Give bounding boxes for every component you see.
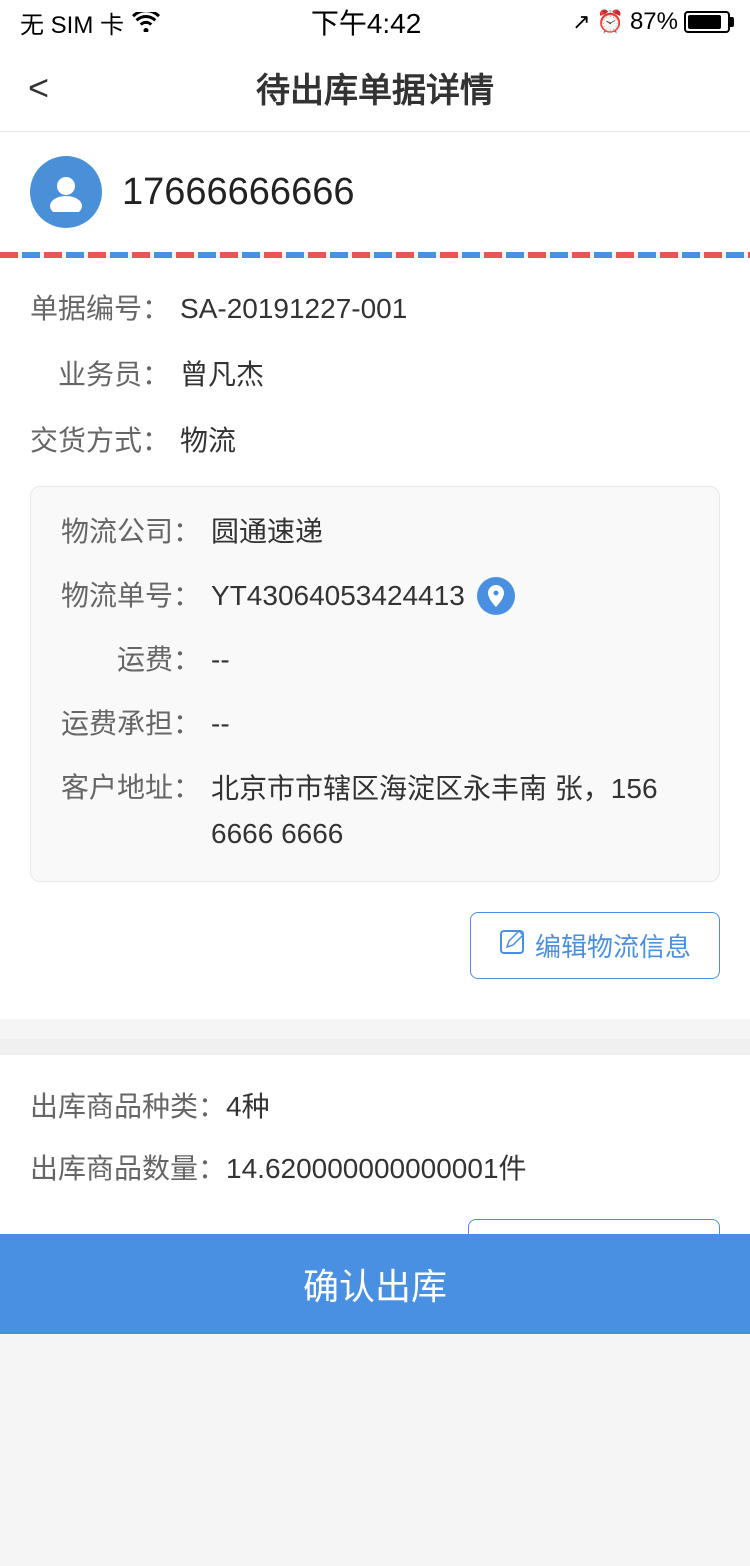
delivery-label: 交货方式：	[30, 420, 170, 462]
customer-phone: 17666666666	[122, 171, 354, 214]
freight-bear-label: 运费承担：	[61, 703, 201, 745]
bottom-spacer	[0, 1346, 750, 1566]
alarm-icon: ⏰	[597, 9, 624, 35]
battery-text: 87%	[630, 8, 678, 36]
freight-row: 运费： --	[61, 639, 689, 681]
back-button[interactable]: <	[28, 67, 49, 109]
battery-icon	[684, 11, 730, 33]
product-quantity-label: 出库商品数量：	[30, 1147, 226, 1187]
status-right: ↗ ⏰ 87%	[572, 8, 730, 36]
edit-logistics-label: 编辑物流信息	[535, 927, 691, 964]
product-type-row: 出库商品种类： 4种	[30, 1085, 720, 1125]
order-number-value: SA-20191227-001	[170, 288, 720, 330]
customer-header: 17666666666	[0, 132, 750, 252]
tracking-value-row: YT43064053424413	[201, 575, 689, 617]
status-bar: 无 SIM 卡 下午4:42 ↗ ⏰ 87%	[0, 0, 750, 44]
location-pin-icon[interactable]	[477, 577, 515, 615]
salesman-value: 曾凡杰	[170, 354, 720, 396]
freight-bear-row: 运费承担： --	[61, 703, 689, 745]
product-quantity-value: 14.620000000000001件	[226, 1147, 527, 1187]
freight-label: 运费：	[61, 639, 201, 681]
address-row: 客户地址： 北京市市辖区海淀区永丰南 张，156 6666 6666	[61, 767, 689, 857]
freight-value: --	[201, 639, 689, 681]
avatar	[30, 156, 102, 228]
nav-bar: < 待出库单据详情	[0, 44, 750, 132]
tracking-label: 物流单号：	[61, 575, 201, 617]
logistics-company-value: 圆通速递	[201, 511, 689, 553]
order-number-label: 单据编号：	[30, 288, 170, 330]
edit-btn-row: 编辑物流信息	[30, 902, 720, 999]
section-divider	[0, 1039, 750, 1055]
product-quantity-row: 出库商品数量： 14.620000000000001件	[30, 1147, 720, 1187]
edit-logistics-button[interactable]: 编辑物流信息	[470, 912, 720, 979]
delivery-value: 物流	[170, 420, 720, 462]
tracking-number: YT43064053424413	[211, 575, 465, 617]
logistics-company-label: 物流公司：	[61, 511, 201, 553]
address-value: 北京市市辖区海淀区永丰南 张，156 6666 6666	[201, 767, 689, 857]
main-content: 17666666666 单据编号： SA-20191227-001 业务员： 曾…	[0, 132, 750, 1566]
product-type-value: 4种	[226, 1085, 270, 1125]
page-title: 待出库单据详情	[256, 63, 494, 112]
address-label: 客户地址：	[61, 767, 201, 809]
confirm-btn-container: 确认出库	[0, 1234, 750, 1334]
carrier-text: 无 SIM 卡	[20, 5, 124, 40]
product-type-label: 出库商品种类：	[30, 1085, 226, 1125]
tracking-row: 物流单号： YT43064053424413	[61, 575, 689, 617]
confirm-outbound-button[interactable]: 确认出库	[0, 1234, 750, 1334]
logistics-company-row: 物流公司： 圆通速递	[61, 511, 689, 553]
edit-icon	[499, 929, 525, 962]
logistics-card: 物流公司： 圆通速递 物流单号： YT43064053424413 运费： --…	[30, 486, 720, 882]
wifi-icon	[132, 12, 160, 32]
salesman-row: 业务员： 曾凡杰	[30, 354, 720, 396]
order-info-section: 单据编号： SA-20191227-001 业务员： 曾凡杰 交货方式： 物流 …	[0, 258, 750, 1019]
status-time: 下午4:42	[311, 2, 422, 42]
confirm-btn-label: 确认出库	[303, 1258, 447, 1310]
order-number-row: 单据编号： SA-20191227-001	[30, 288, 720, 330]
location-icon: ↗	[572, 9, 590, 35]
salesman-label: 业务员：	[30, 354, 170, 396]
status-left: 无 SIM 卡	[20, 5, 160, 40]
delivery-row: 交货方式： 物流	[30, 420, 720, 462]
freight-bear-value: --	[201, 703, 689, 745]
